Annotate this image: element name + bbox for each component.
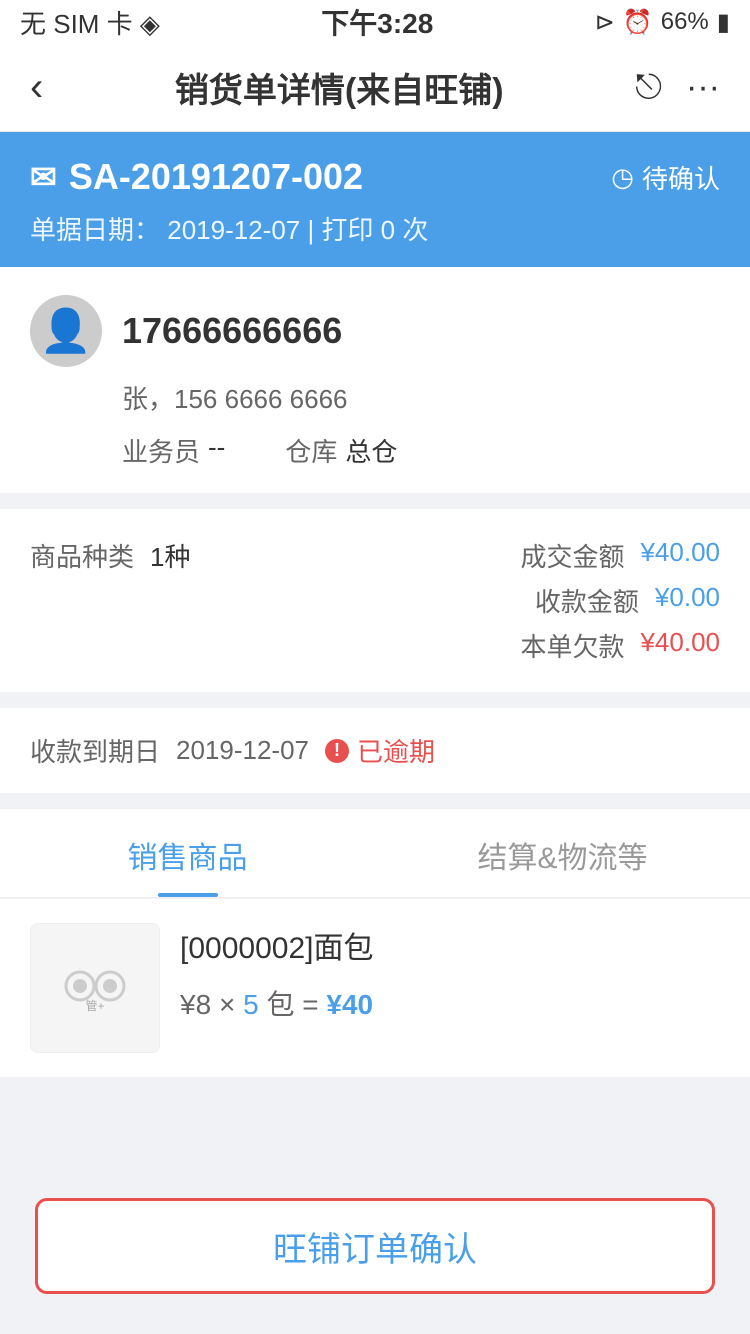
- tab-sales-label: 销售商品: [128, 842, 248, 875]
- more-icon[interactable]: ···: [686, 68, 720, 107]
- order-id-text: SA-20191207-002: [69, 156, 363, 198]
- category-label: 商品种类: [30, 537, 134, 574]
- avatar: 👤: [30, 295, 102, 367]
- product-image: 管+: [30, 923, 160, 1053]
- summary-section: 商品种类 1种 成交金额 ¥40.00 收款金额 ¥0.00 本单欠款 ¥40.…: [0, 509, 750, 692]
- tab-sales-products[interactable]: 销售商品: [0, 809, 375, 897]
- confirm-order-button[interactable]: 旺铺订单确认: [35, 1198, 715, 1294]
- summary-right: 成交金额 ¥40.00 收款金额 ¥0.00 本单欠款 ¥40.00: [520, 537, 720, 664]
- product-total: ¥40: [326, 989, 373, 1020]
- status-text: 待确认: [642, 159, 720, 196]
- product-price: ¥8 × 5 包 = ¥40: [180, 983, 720, 1023]
- alarm-icon: ⏰: [623, 8, 653, 37]
- customer-meta: 业务员 -- 仓库 总仓: [122, 432, 720, 469]
- amount-row: 成交金额 ¥40.00: [520, 537, 720, 574]
- summary-row: 商品种类 1种 成交金额 ¥40.00 收款金额 ¥0.00 本单欠款 ¥40.…: [30, 537, 720, 664]
- received-label: 收款金额: [535, 582, 639, 619]
- due-date-value: 2019-12-07: [176, 735, 309, 766]
- avatar-icon: 👤: [40, 307, 92, 356]
- nav-bar: ‹ 销货单详情(来自旺铺) ⎋ ···: [0, 44, 750, 132]
- category-value: 1种: [150, 537, 190, 574]
- overdue-text: 已逾期: [357, 732, 435, 769]
- product-name: [0000002]面包: [180, 923, 720, 967]
- battery-label: 66%: [661, 8, 709, 36]
- overdue-badge: ! 已逾期: [325, 732, 435, 769]
- print-info: | 打印 0 次: [307, 215, 428, 245]
- sales-value: --: [208, 432, 225, 469]
- date-label: 单据日期：: [30, 215, 160, 245]
- due-date-label: 收款到期日: [30, 732, 160, 769]
- tabs-row: 销售商品 结算&物流等: [0, 809, 750, 898]
- customer-phone: 17666666666: [122, 310, 342, 352]
- status-right: ⊳ ⏰ 66% ▮: [595, 8, 730, 37]
- received-value: ¥0.00: [655, 582, 720, 619]
- overdue-dot-icon: !: [325, 739, 349, 763]
- owed-label: 本单欠款: [520, 627, 624, 664]
- order-status: ◷ 待确认: [611, 159, 720, 196]
- order-date-row: 单据日期： 2019-12-07 | 打印 0 次: [30, 210, 720, 247]
- owed-row: 本单欠款 ¥40.00: [520, 627, 720, 664]
- tabs-section: 销售商品 结算&物流等: [0, 809, 750, 898]
- warehouse-meta: 仓库 总仓: [285, 432, 397, 469]
- received-row: 收款金额 ¥0.00: [535, 582, 720, 619]
- product-info: [0000002]面包 ¥8 × 5 包 = ¥40: [180, 923, 720, 1023]
- location-icon: ⊳: [595, 8, 615, 37]
- status-left: 无 SIM 卡 ◈: [20, 4, 160, 41]
- nav-actions: ⎋ ···: [635, 68, 720, 107]
- status-clock-icon: ◷: [611, 162, 634, 193]
- customer-row: 👤 17666666666: [30, 295, 720, 367]
- confirm-btn-container: 旺铺订单确认: [35, 1198, 715, 1294]
- svg-text:管+: 管+: [85, 998, 104, 1013]
- share-icon[interactable]: ⎋: [635, 68, 662, 107]
- due-date-section: 收款到期日 2019-12-07 ! 已逾期: [0, 708, 750, 793]
- order-header-card: ✉ SA-20191207-002 ◷ 待确认 单据日期： 2019-12-07…: [0, 132, 750, 267]
- back-button[interactable]: ‹: [30, 65, 43, 110]
- tab-settlement-label: 结算&物流等: [477, 842, 647, 875]
- order-icon: ✉: [30, 158, 57, 196]
- tab-settlement[interactable]: 结算&物流等: [375, 809, 750, 897]
- product-unit: 包: [266, 989, 294, 1020]
- summary-left: 商品种类 1种: [30, 537, 190, 574]
- product-section: 管+ [0000002]面包 ¥8 × 5 包 = ¥40: [0, 899, 750, 1077]
- product-qty: 5: [243, 989, 259, 1020]
- sim-label: 无 SIM 卡 ◈: [20, 4, 160, 41]
- page-title: 销货单详情(来自旺铺): [175, 63, 504, 112]
- amount-label: 成交金额: [520, 537, 624, 574]
- equals-sign: =: [302, 989, 326, 1020]
- date-value: 2019-12-07: [167, 215, 300, 245]
- order-id: ✉ SA-20191207-002: [30, 156, 363, 198]
- status-bar: 无 SIM 卡 ◈ 下午3:28 ⊳ ⏰ 66% ▮: [0, 0, 750, 44]
- status-time: 下午3:28: [321, 2, 433, 42]
- product-row: 管+ [0000002]面包 ¥8 × 5 包 = ¥40: [30, 923, 720, 1053]
- product-logo-svg: 管+: [55, 958, 135, 1018]
- warehouse-value: 总仓: [345, 432, 397, 469]
- sales-meta: 业务员 --: [122, 432, 225, 469]
- customer-name: 张，156 6666 6666: [122, 379, 720, 416]
- battery-icon: ▮: [717, 8, 730, 37]
- sales-label: 业务员: [122, 432, 200, 469]
- owed-value: ¥40.00: [640, 627, 720, 664]
- price-value: ¥8: [180, 989, 211, 1020]
- warehouse-label: 仓库: [285, 432, 337, 469]
- price-multiplier: ×: [219, 989, 243, 1020]
- amount-value: ¥40.00: [640, 537, 720, 574]
- customer-section: 👤 17666666666 张，156 6666 6666 业务员 -- 仓库 …: [0, 267, 750, 493]
